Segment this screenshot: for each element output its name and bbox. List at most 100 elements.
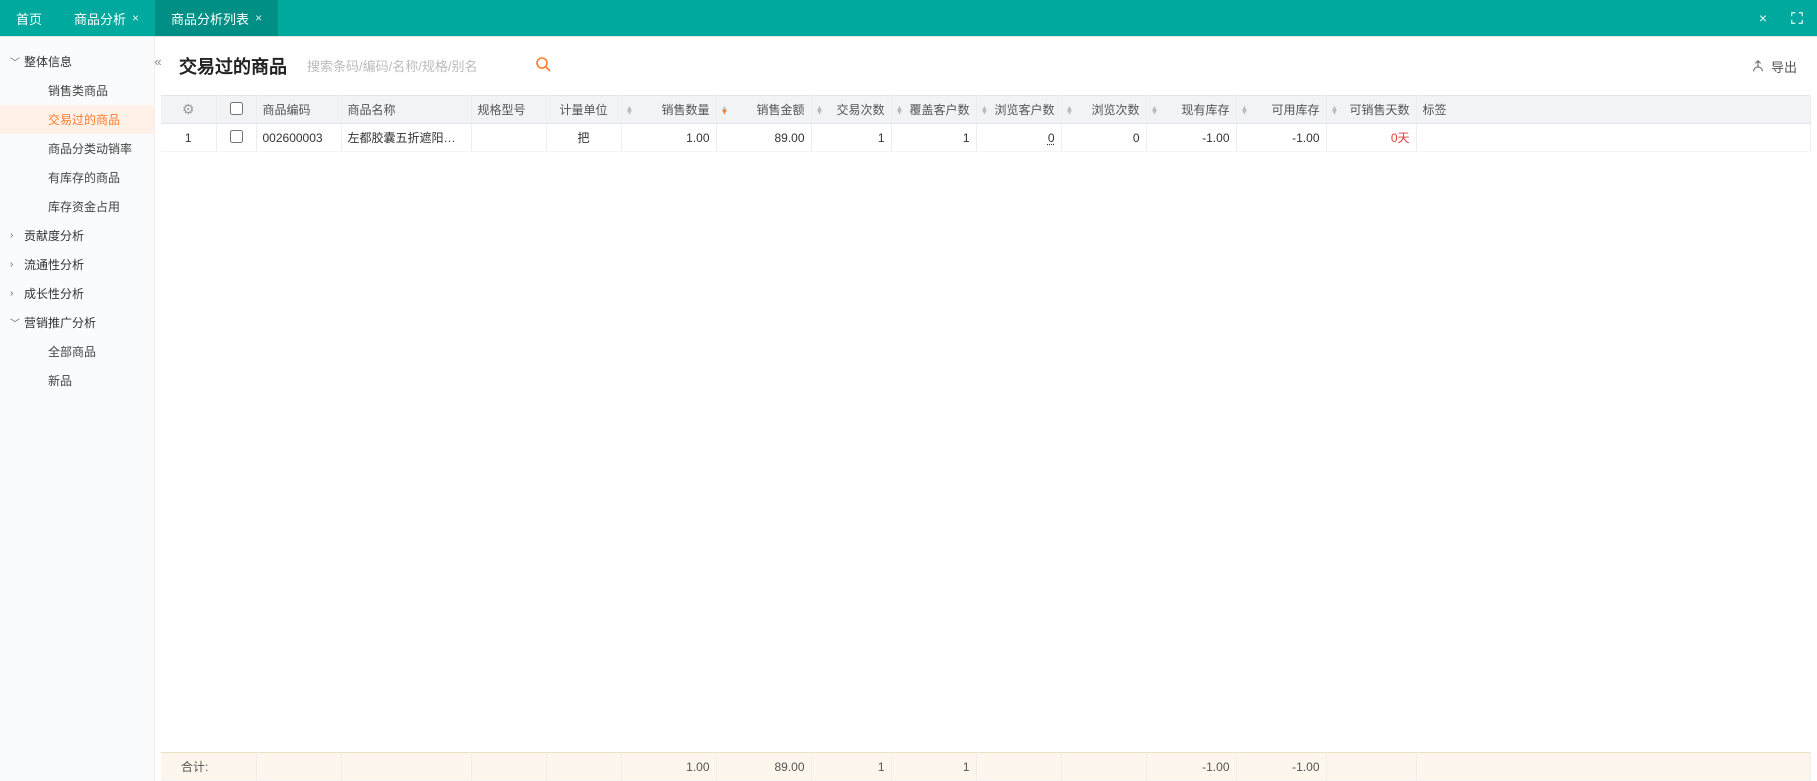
chevron-down-icon: ﹀ [10, 315, 20, 330]
data-table: ⚙ 商品编码 商品名称 规格型号 计量单位 ▲▼销售数量 ▲▼销售金额 ▲▼交易… [161, 95, 1811, 152]
totals-trade: 1 [811, 753, 891, 781]
col-browsecnt[interactable]: ▲▼浏览次数 [1061, 96, 1146, 124]
table-wrap: ⚙ 商品编码 商品名称 规格型号 计量单位 ▲▼销售数量 ▲▼销售金额 ▲▼交易… [155, 95, 1817, 781]
cell-avail: -1.00 [1236, 124, 1326, 152]
main-header: 交易过的商品 导出 [155, 37, 1817, 95]
search-input[interactable] [307, 59, 527, 74]
export-button[interactable]: 导出 [1751, 57, 1797, 76]
col-code[interactable]: 商品编码 [256, 96, 341, 124]
export-icon [1751, 59, 1765, 73]
col-spec[interactable]: 规格型号 [471, 96, 546, 124]
sidebar-group-header-contribution[interactable]: › 贡献度分析 [0, 221, 154, 250]
close-icon[interactable]: × [132, 11, 139, 25]
sort-icon: ▲▼ [981, 105, 989, 114]
sort-icon: ▲▼ [816, 105, 824, 114]
close-all-icon[interactable]: × [1751, 6, 1775, 30]
col-amt[interactable]: ▲▼销售金额 [716, 96, 811, 124]
totals-qty: 1.00 [621, 753, 716, 781]
col-label: 商品名称 [348, 103, 396, 117]
col-checkbox[interactable] [216, 96, 256, 124]
col-trade[interactable]: ▲▼交易次数 [811, 96, 891, 124]
sort-icon: ▲▼ [1241, 105, 1249, 114]
chevron-right-icon: › [10, 288, 13, 299]
sort-icon: ▲▼ [1151, 105, 1159, 114]
cell-code: 002600003 [256, 124, 341, 152]
sidebar-item-label: 新品 [48, 374, 72, 388]
col-label: 销售金额 [756, 103, 804, 117]
cell-checkbox [216, 124, 256, 152]
sidebar-item-category-selling-rate[interactable]: 商品分类动销率 [0, 134, 154, 163]
sidebar-item-label: 全部商品 [48, 345, 96, 359]
cell-browsecust[interactable]: 0 [976, 124, 1061, 152]
col-tag[interactable]: 标签 [1416, 96, 1811, 124]
tab-label: 商品分析列表 [171, 9, 249, 28]
col-browsecust[interactable]: ▲▼ 浏览客户数 [976, 96, 1061, 124]
sidebar-item-all-products[interactable]: 全部商品 [0, 337, 154, 366]
totals-row: 合计: 1.00 89.00 1 1 -1.00 -1.00 [161, 753, 1811, 781]
cell-unit: 把 [546, 124, 621, 152]
sidebar-group-growth: › 成长性分析 [0, 279, 154, 308]
totals-cust: 1 [891, 753, 976, 781]
tab-bar: 首页 商品分析 × 商品分析列表 × × [0, 0, 1817, 36]
cell-stock: -1.00 [1146, 124, 1236, 152]
tab-home[interactable]: 首页 [0, 0, 58, 36]
sort-icon: ▲▼ [896, 105, 904, 114]
sidebar-group-header-marketing[interactable]: ﹀ 营销推广分析 [0, 308, 154, 337]
col-label: 现有库存 [1181, 103, 1229, 117]
table-row[interactable]: 1 002600003 左都胶囊五折遮阳伞防晒伞 把 1.00 89.00 1 … [161, 124, 1811, 152]
cell-name: 左都胶囊五折遮阳伞防晒伞 [341, 124, 471, 152]
sidebar-item-stock-funds[interactable]: 库存资金占用 [0, 192, 154, 221]
col-name[interactable]: 商品名称 [341, 96, 471, 124]
select-all-checkbox[interactable] [230, 102, 243, 115]
sidebar-group-label: 整体信息 [24, 53, 72, 70]
tab-product-analysis[interactable]: 商品分析 × [58, 0, 155, 36]
sidebar-group-circulation: › 流通性分析 [0, 250, 154, 279]
col-label: 覆盖客户数 [909, 103, 969, 117]
sidebar-item-in-stock-products[interactable]: 有库存的商品 [0, 163, 154, 192]
col-avail[interactable]: ▲▼ 可用库存 [1236, 96, 1326, 124]
col-label: 规格型号 [478, 103, 526, 117]
tab-product-analysis-list[interactable]: 商品分析列表 × [155, 0, 278, 36]
sidebar-group-header-overall[interactable]: ﹀ 整体信息 [0, 47, 154, 76]
chevron-right-icon: › [10, 259, 13, 270]
sidebar-item-new-products[interactable]: 新品 [0, 366, 154, 395]
cell-index: 1 [161, 124, 216, 152]
col-settings[interactable]: ⚙ [161, 96, 216, 124]
totals-label: 合计: [161, 753, 256, 781]
table-header-row: ⚙ 商品编码 商品名称 规格型号 计量单位 ▲▼销售数量 ▲▼销售金额 ▲▼交易… [161, 96, 1811, 124]
col-qty[interactable]: ▲▼销售数量 [621, 96, 716, 124]
sidebar-group-label: 成长性分析 [24, 285, 84, 302]
chevron-down-icon: ﹀ [10, 54, 20, 69]
col-cust[interactable]: ▲▼ 覆盖客户数 [891, 96, 976, 124]
cell-tag [1416, 124, 1811, 152]
col-label: 可用库存 [1271, 103, 1319, 117]
sidebar-item-label: 交易过的商品 [48, 113, 120, 127]
export-label: 导出 [1771, 57, 1797, 76]
cell-days: 0天 [1326, 124, 1416, 152]
sidebar-item-traded-products[interactable]: 交易过的商品 [0, 105, 154, 134]
search-icon[interactable] [535, 56, 551, 77]
col-unit[interactable]: 计量单位 [546, 96, 621, 124]
search-wrap [307, 56, 551, 77]
sort-icon: ▲▼ [1066, 105, 1074, 114]
row-checkbox[interactable] [230, 130, 243, 143]
tab-label: 商品分析 [74, 9, 126, 28]
close-icon[interactable]: × [255, 11, 262, 25]
gear-icon: ⚙ [182, 101, 195, 117]
sidebar-item-sales-products[interactable]: 销售类商品 [0, 76, 154, 105]
sidebar-group-header-circulation[interactable]: › 流通性分析 [0, 250, 154, 279]
fullscreen-icon[interactable] [1785, 6, 1809, 30]
sidebar-group-header-growth[interactable]: › 成长性分析 [0, 279, 154, 308]
col-label: 商品编码 [263, 103, 311, 117]
sidebar-group-marketing: ﹀ 营销推广分析 全部商品 新品 [0, 308, 154, 395]
col-stock[interactable]: ▲▼ 现有库存 [1146, 96, 1236, 124]
col-label: 浏览客户数 [994, 103, 1054, 117]
main-panel: 交易过的商品 导出 [155, 37, 1817, 781]
cell-browsecnt: 0 [1061, 124, 1146, 152]
totals-browsecust [976, 753, 1061, 781]
col-label: 可销售天数 [1349, 103, 1409, 117]
totals-table: 合计: 1.00 89.00 1 1 -1.00 -1.00 [161, 752, 1811, 781]
sidebar-item-label: 商品分类动销率 [48, 142, 132, 156]
col-days[interactable]: ▲▼可销售天数 [1326, 96, 1416, 124]
sidebar-group-label: 贡献度分析 [24, 227, 84, 244]
